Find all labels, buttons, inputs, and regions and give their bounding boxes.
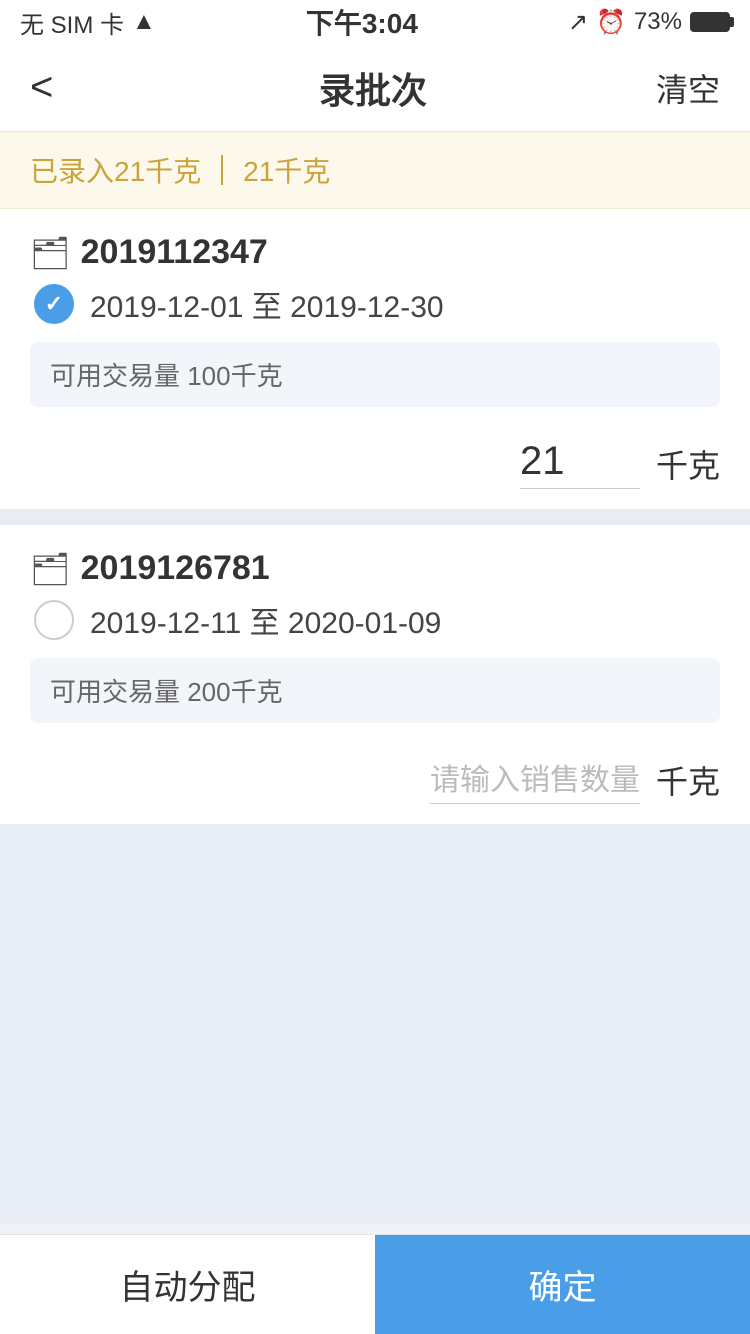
status-bar: 无 SIM 卡 ▲ 下午3:04 ↗ ⏰ 73%: [0, 0, 750, 44]
status-right: ↗ ⏰ 73%: [568, 8, 730, 37]
info-banner: 已录入21千克 21千克: [0, 132, 750, 209]
clear-button[interactable]: 清空: [656, 65, 720, 111]
batch-2-availability: 可用交易量 200千克: [30, 658, 720, 723]
batch-1-id: 2019112347: [81, 233, 268, 272]
batch-2-id-row: 🗂 2019126781: [30, 549, 720, 588]
batch-1-availability: 可用交易量 100千克: [30, 342, 720, 407]
batch-2-id: 2019126781: [81, 549, 270, 588]
batch-2-radio[interactable]: [34, 600, 74, 640]
location-icon: ↗: [568, 8, 588, 37]
batch-1-date: 2019-12-01 至 2019-12-30: [90, 282, 444, 326]
recorded-amount: 已录入21千克: [30, 150, 201, 190]
batch-doc-icon-2: 🗂: [30, 550, 71, 588]
sim-label: 无 SIM 卡: [20, 5, 124, 40]
batch-1-header-area: 🗂 2019112347 2019-12-01 至 2019-12-30 可用交…: [0, 209, 750, 407]
batch-1-quantity-row[interactable]: 21 千克: [0, 423, 750, 509]
batch-1-radio[interactable]: [34, 284, 74, 324]
batch-doc-icon: 🗂: [30, 234, 71, 272]
page-title: 录批次: [319, 62, 427, 114]
batch-1-unit: 千克: [656, 441, 720, 487]
alarm-icon: ⏰: [596, 8, 626, 37]
batch-item-1: 🗂 2019112347 2019-12-01 至 2019-12-30 可用交…: [0, 209, 750, 509]
batch-2-unit: 千克: [656, 757, 720, 803]
section-divider: [0, 509, 750, 525]
content-area: 🗂 2019112347 2019-12-01 至 2019-12-30 可用交…: [0, 209, 750, 1324]
battery-icon: [690, 12, 730, 32]
batch-1-id-row: 🗂 2019112347: [30, 233, 720, 272]
amount-value: 21千克: [243, 150, 330, 190]
batch-2-input-row[interactable]: 请输入销售数量 千克: [0, 739, 750, 824]
batch-2-placeholder: 请输入销售数量: [430, 764, 640, 797]
nav-bar: < 录批次 清空: [0, 44, 750, 132]
wifi-icon: ▲: [132, 8, 156, 36]
auto-distribute-button[interactable]: 自动分配: [0, 1235, 375, 1334]
batch-2-date-row[interactable]: 2019-12-11 至 2020-01-09: [30, 598, 720, 642]
gray-background: [0, 824, 750, 1224]
batch-2-header-area: 🗂 2019126781 2019-12-11 至 2020-01-09 可用交…: [0, 525, 750, 723]
status-time: 下午3:04: [306, 2, 418, 42]
bottom-bar: 自动分配 确定: [0, 1234, 750, 1334]
batch-2-date: 2019-12-11 至 2020-01-09: [90, 598, 441, 642]
status-left: 无 SIM 卡 ▲: [20, 5, 156, 40]
batch-1-quantity-input[interactable]: 21: [520, 439, 640, 489]
batch-1-quantity-value: 21: [520, 439, 565, 483]
confirm-button[interactable]: 确定: [375, 1235, 750, 1334]
back-button[interactable]: <: [30, 65, 90, 110]
battery-label: 73%: [634, 8, 682, 36]
info-divider: [221, 155, 223, 185]
batch-item-2: 🗂 2019126781 2019-12-11 至 2020-01-09 可用交…: [0, 525, 750, 824]
batch-1-date-row[interactable]: 2019-12-01 至 2019-12-30: [30, 282, 720, 326]
batch-2-quantity-input[interactable]: 请输入销售数量: [430, 755, 640, 804]
